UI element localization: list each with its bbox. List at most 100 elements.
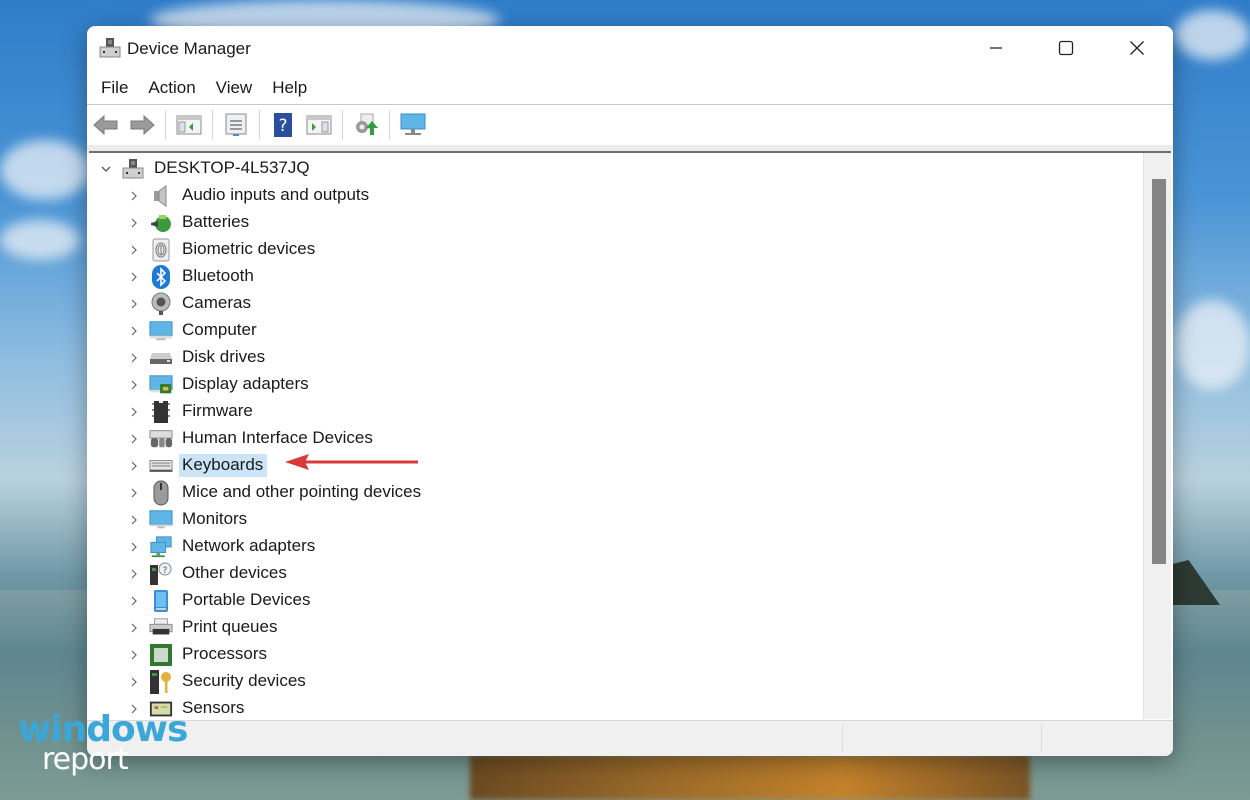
tree-item-label: Network adapters bbox=[182, 536, 316, 555]
chevron-right-icon[interactable] bbox=[127, 648, 141, 662]
console-tree-icon bbox=[176, 115, 202, 135]
svg-text:?: ? bbox=[278, 116, 287, 136]
chip-icon bbox=[149, 400, 173, 424]
show-action-pane-button[interactable] bbox=[304, 110, 334, 140]
title-bar[interactable]: Device Manager bbox=[87, 26, 1173, 70]
chevron-right-icon[interactable] bbox=[127, 297, 141, 311]
tree-item-firmware[interactable]: Firmware bbox=[127, 398, 257, 425]
chevron-right-icon[interactable] bbox=[127, 459, 141, 473]
chevron-right-icon[interactable] bbox=[127, 324, 141, 338]
tree-root[interactable]: DESKTOP-4L537JQ bbox=[99, 155, 314, 182]
tree-item-audio-inputs-and-outputs[interactable]: Audio inputs and outputs bbox=[127, 182, 373, 209]
chevron-down-icon[interactable] bbox=[99, 162, 113, 176]
back-button[interactable] bbox=[91, 110, 121, 140]
chevron-right-icon[interactable] bbox=[127, 567, 141, 581]
tree-item-label: Portable Devices bbox=[182, 590, 311, 609]
mouse-icon bbox=[149, 480, 173, 505]
tree-item-display-adapters[interactable]: Display adapters bbox=[127, 371, 313, 398]
chevron-right-icon[interactable] bbox=[127, 432, 141, 446]
keyboard-icon bbox=[149, 454, 173, 478]
computer-icon bbox=[149, 319, 173, 343]
chevron-right-icon[interactable] bbox=[127, 513, 141, 527]
properties-icon bbox=[225, 113, 247, 136]
tree-item-security-devices[interactable]: Security devices bbox=[127, 668, 310, 695]
network-icon bbox=[149, 535, 173, 559]
chevron-right-icon[interactable] bbox=[127, 486, 141, 500]
tree-item-monitors[interactable]: Monitors bbox=[127, 506, 251, 533]
device-manager-icon bbox=[99, 38, 121, 58]
menu-view[interactable]: View bbox=[208, 76, 261, 104]
properties-button[interactable] bbox=[221, 110, 251, 140]
action-pane-icon bbox=[306, 115, 332, 135]
tree-item-human-interface-devices[interactable]: Human Interface Devices bbox=[127, 425, 377, 452]
arrow-right-icon bbox=[130, 114, 155, 136]
status-bar bbox=[87, 720, 1173, 756]
unknown-device-icon: ? bbox=[149, 562, 173, 586]
tree-item-other-devices[interactable]: ? Other devices bbox=[127, 560, 291, 587]
status-cell bbox=[842, 725, 1042, 751]
help-button[interactable]: ? bbox=[268, 110, 298, 140]
chevron-right-icon[interactable] bbox=[127, 594, 141, 608]
chevron-right-icon[interactable] bbox=[127, 270, 141, 284]
tree-item-computer[interactable]: Computer bbox=[127, 317, 261, 344]
tree-item-label: Mice and other pointing devices bbox=[182, 482, 422, 501]
help-icon: ? bbox=[274, 113, 292, 137]
chevron-right-icon[interactable] bbox=[127, 621, 141, 635]
scrollbar-thumb[interactable] bbox=[1152, 179, 1166, 564]
bluetooth-icon bbox=[149, 264, 173, 289]
close-button[interactable] bbox=[1103, 26, 1171, 70]
tree-item-label: Cameras bbox=[182, 293, 251, 312]
forward-button[interactable] bbox=[127, 110, 157, 140]
toolbar-separator bbox=[389, 110, 390, 140]
window-title: Device Manager bbox=[127, 39, 251, 58]
hid-icon bbox=[149, 427, 173, 451]
tree-item-cameras[interactable]: Cameras bbox=[127, 290, 255, 317]
tree-item-mice-and-other-pointing-devices[interactable]: Mice and other pointing devices bbox=[127, 479, 425, 506]
menu-file[interactable]: File bbox=[93, 76, 136, 104]
tree-item-label: Other devices bbox=[182, 563, 287, 582]
device-tree: DESKTOP-4L537JQ Audio inputs and outputs… bbox=[89, 153, 1143, 719]
tree-item-portable-devices[interactable]: Portable Devices bbox=[127, 587, 315, 614]
menu-help[interactable]: Help bbox=[264, 76, 315, 104]
wallpaper-cloud bbox=[1175, 300, 1250, 390]
tree-item-label: Display adapters bbox=[182, 374, 309, 393]
show-hide-console-tree-button[interactable] bbox=[174, 110, 204, 140]
toolbar-separator bbox=[342, 110, 343, 140]
tree-item-label: Keyboards bbox=[179, 454, 268, 477]
minimize-button[interactable] bbox=[962, 26, 1030, 70]
tree-item-bluetooth[interactable]: Bluetooth bbox=[127, 263, 258, 290]
chevron-right-icon[interactable] bbox=[127, 216, 141, 230]
security-key-icon bbox=[149, 669, 173, 694]
menu-action[interactable]: Action bbox=[140, 76, 203, 104]
tree-item-label: Processors bbox=[182, 644, 268, 663]
computer-root-icon bbox=[121, 157, 145, 181]
tree-item-disk-drives[interactable]: Disk drives bbox=[127, 344, 269, 371]
toolbar-separator bbox=[212, 110, 213, 140]
tree-item-keyboards[interactable]: Keyboards bbox=[127, 452, 268, 479]
tree-item-network-adapters[interactable]: Network adapters bbox=[127, 533, 319, 560]
maximize-button[interactable] bbox=[1032, 26, 1100, 70]
status-cell bbox=[1041, 725, 1173, 751]
chevron-right-icon[interactable] bbox=[127, 405, 141, 419]
chevron-right-icon[interactable] bbox=[127, 540, 141, 554]
chevron-right-icon[interactable] bbox=[127, 189, 141, 203]
tree-item-processors[interactable]: Processors bbox=[127, 641, 271, 668]
tree-item-biometric-devices[interactable]: Biometric devices bbox=[127, 236, 319, 263]
tree-item-label: Monitors bbox=[182, 509, 248, 528]
chevron-right-icon[interactable] bbox=[127, 675, 141, 689]
processor-icon bbox=[149, 643, 173, 667]
chevron-right-icon[interactable] bbox=[127, 351, 141, 365]
device-tree-panel: DESKTOP-4L537JQ Audio inputs and outputs… bbox=[89, 151, 1171, 719]
scan-hardware-button[interactable] bbox=[398, 110, 428, 140]
tree-item-batteries[interactable]: Batteries bbox=[127, 209, 253, 236]
vertical-scrollbar[interactable] bbox=[1143, 153, 1171, 719]
chevron-right-icon[interactable] bbox=[127, 378, 141, 392]
wallpaper-sand bbox=[470, 755, 1030, 800]
toolbar-separator bbox=[165, 110, 166, 140]
update-driver-button[interactable] bbox=[351, 110, 381, 140]
chevron-right-icon[interactable] bbox=[127, 243, 141, 257]
wallpaper-cloud bbox=[1175, 10, 1250, 60]
tree-item-print-queues[interactable]: Print queues bbox=[127, 614, 281, 641]
annotation-arrow bbox=[285, 454, 418, 470]
windows-report-watermark: windows report bbox=[18, 712, 188, 778]
